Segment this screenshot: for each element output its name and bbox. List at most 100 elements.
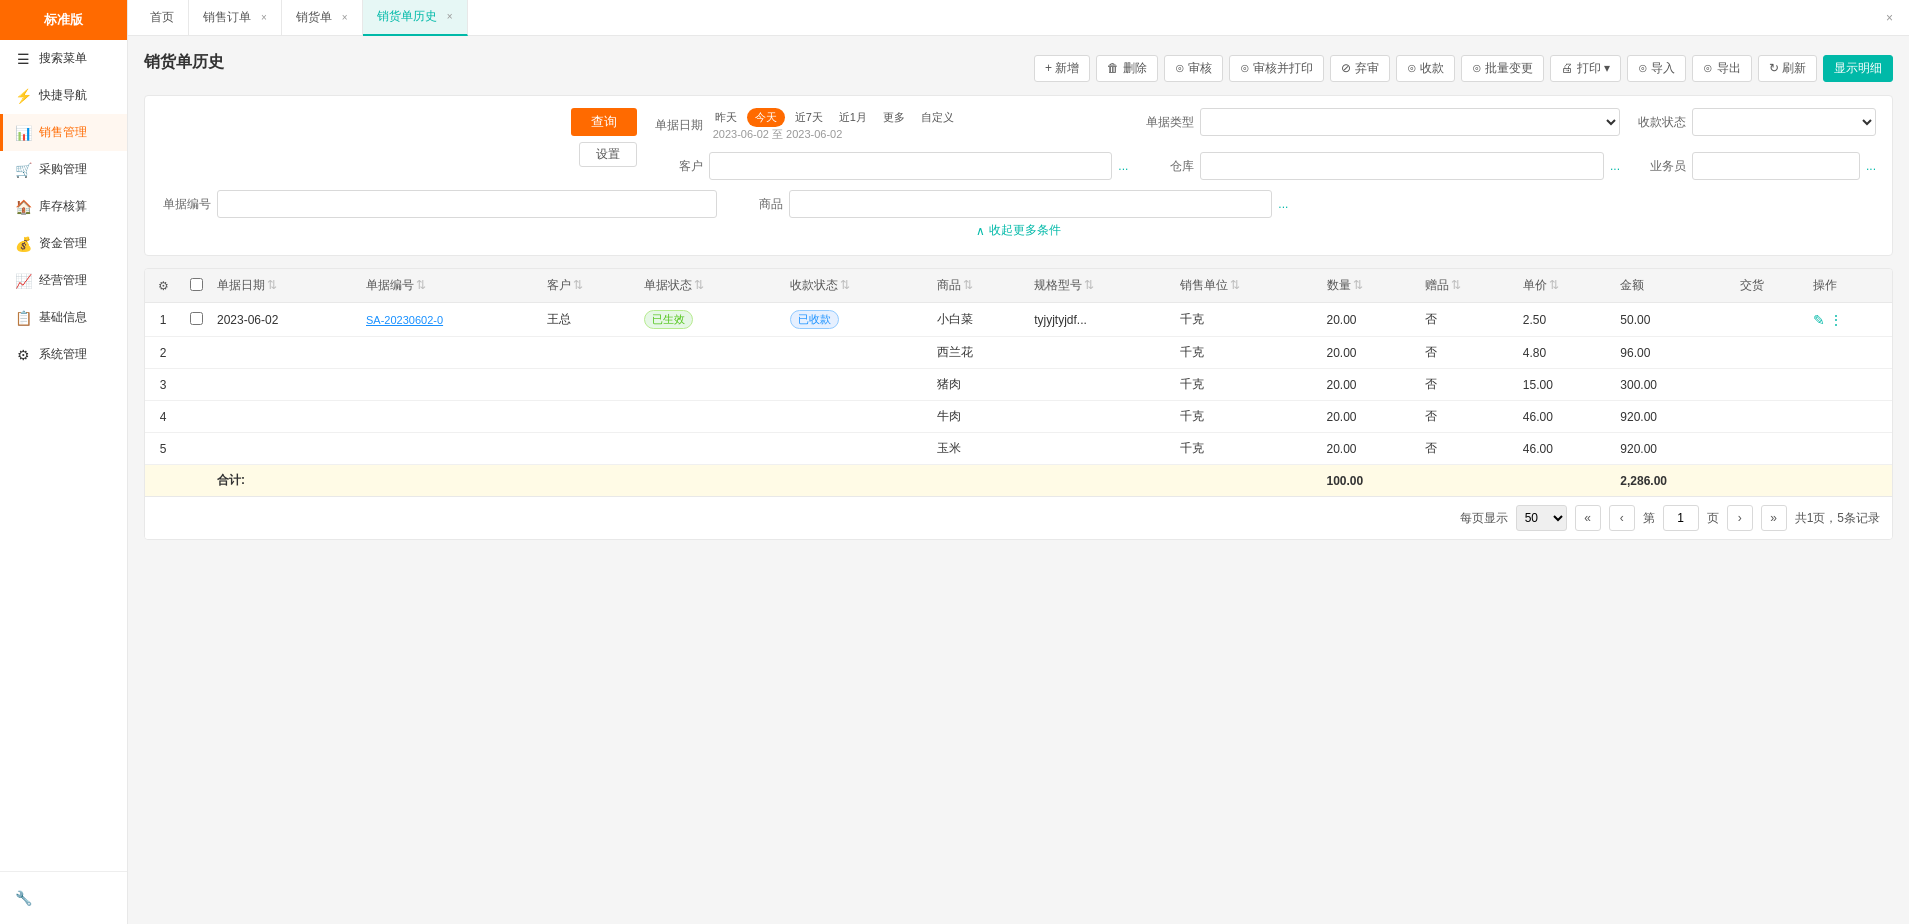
tab-sales-order[interactable]: 销售订单 × (189, 0, 282, 36)
transaction (1734, 433, 1807, 465)
pagination-bar: 每页显示 50 100 200 « ‹ 第 页 › » 共1页，5条记录 (145, 496, 1892, 539)
tab-sales-goods-close[interactable]: × (342, 12, 348, 23)
date-7days[interactable]: 近7天 (789, 108, 829, 127)
payment-status (784, 369, 930, 401)
customer-dots[interactable]: ... (1118, 159, 1128, 173)
delete-button[interactable]: 🗑 删除 (1096, 55, 1157, 82)
col-gift[interactable]: 赠品⇅ (1419, 269, 1516, 303)
unit: 千克 (1174, 337, 1320, 369)
sidebar-item-inventory[interactable]: 🏠 库存核算 (0, 188, 127, 225)
sidebar-bottom-item1[interactable]: 🔧 (0, 880, 127, 916)
spec (1028, 369, 1174, 401)
row-num: 4 (145, 401, 181, 433)
collapse-button[interactable]: ∧ 收起更多条件 (161, 218, 1876, 243)
doc-no-input[interactable] (217, 190, 717, 218)
setting-button[interactable]: 设置 (579, 142, 637, 167)
date-yesterday[interactable]: 昨天 (709, 108, 743, 127)
tab-sales-history-close[interactable]: × (447, 11, 453, 22)
abandon-button[interactable]: ⊘ 弃审 (1330, 55, 1389, 82)
col-spec[interactable]: 规格型号⇅ (1028, 269, 1174, 303)
goods-input[interactable] (789, 190, 1273, 218)
doc-type-select[interactable] (1200, 108, 1620, 136)
tab-home[interactable]: 首页 (136, 0, 189, 36)
page-size-select[interactable]: 50 100 200 (1516, 505, 1567, 531)
col-unit[interactable]: 销售单位⇅ (1174, 269, 1320, 303)
chevron-up-icon: ∧ (976, 224, 985, 238)
goods-dots[interactable]: ... (1278, 197, 1288, 211)
col-customer[interactable]: 客户⇅ (541, 269, 638, 303)
warehouse-dots[interactable]: ... (1610, 159, 1620, 173)
sidebar-item-system-mgmt[interactable]: ⚙ 系统管理 (0, 336, 127, 373)
sidebar-item-operations[interactable]: 📈 经营管理 (0, 262, 127, 299)
col-doc-status[interactable]: 单据状态⇅ (638, 269, 784, 303)
edit-icon[interactable]: ✎ (1813, 312, 1825, 328)
sidebar-item-purchase-mgmt[interactable]: 🛒 采购管理 (0, 151, 127, 188)
refresh-button[interactable]: ↻ 刷新 (1758, 55, 1817, 82)
amount: 920.00 (1614, 401, 1733, 433)
select-all-checkbox[interactable] (190, 278, 203, 291)
page-input[interactable] (1663, 505, 1699, 531)
sidebar-item-finance[interactable]: 💰 资金管理 (0, 225, 127, 262)
date-today[interactable]: 今天 (747, 108, 785, 127)
export-button[interactable]: ⊙ 导出 (1692, 55, 1751, 82)
sidebar-item-quick-nav[interactable]: ⚡ 快捷导航 (0, 77, 127, 114)
staff-dots[interactable]: ... (1866, 159, 1876, 173)
staff-input[interactable] (1692, 152, 1860, 180)
doc-no-link[interactable]: SA-20230602-0 (366, 314, 443, 326)
prev-page-button[interactable]: ‹ (1609, 505, 1635, 531)
date-more[interactable]: 更多 (877, 108, 911, 127)
more-icon[interactable]: ⋮ (1829, 312, 1843, 328)
sidebar: 标准版 ☰ 搜索菜单 ⚡ 快捷导航 📊 销售管理 🛒 采购管理 🏠 库存核算 💰… (0, 0, 128, 924)
batch-change-button[interactable]: ⊙ 批量变更 (1461, 55, 1544, 82)
unit-price: 15.00 (1517, 369, 1614, 401)
show-detail-button[interactable]: 显示明细 (1823, 55, 1893, 82)
row-checkbox[interactable] (190, 312, 203, 325)
print-button[interactable]: 🖨 打印 ▾ (1550, 55, 1621, 82)
warehouse-input[interactable] (1200, 152, 1604, 180)
date-custom[interactable]: 自定义 (915, 108, 960, 127)
table-row: 2 西兰花 千克 20.00 否 4.80 96.00 (145, 337, 1892, 369)
filter-goods: 商品 ... (733, 190, 1289, 218)
tab-sales-history[interactable]: 销货单历史 × (363, 0, 468, 36)
col-settings[interactable]: ⚙ (145, 269, 181, 303)
doc-no (360, 369, 541, 401)
query-button[interactable]: 查询 (571, 108, 637, 136)
audit-button[interactable]: ⊙ 审核 (1164, 55, 1223, 82)
sidebar-item-basic-info[interactable]: 📋 基础信息 (0, 299, 127, 336)
filter-date-label: 单据日期 (653, 117, 703, 134)
tab-sales-order-close[interactable]: × (261, 12, 267, 23)
col-doc-date[interactable]: 单据日期⇅ (211, 269, 360, 303)
filter-payment-status-label: 收款状态 (1636, 114, 1686, 131)
sidebar-item-sales-mgmt[interactable]: 📊 销售管理 (0, 114, 127, 151)
next-page-button[interactable]: › (1727, 505, 1753, 531)
last-page-button[interactable]: » (1761, 505, 1787, 531)
import-button[interactable]: ⊙ 导入 (1627, 55, 1686, 82)
page-size-label: 每页显示 (1460, 510, 1508, 527)
doc-date (211, 369, 360, 401)
date-1month[interactable]: 近1月 (833, 108, 873, 127)
receive-button[interactable]: ⊙ 收款 (1396, 55, 1455, 82)
col-payment-status[interactable]: 收款状态⇅ (784, 269, 930, 303)
sales-mgmt-icon: 📊 (15, 125, 31, 141)
sidebar-item-search-menu[interactable]: ☰ 搜索菜单 (0, 40, 127, 77)
goods: 牛肉 (931, 401, 1028, 433)
sidebar-item-label: 基础信息 (39, 309, 87, 326)
col-doc-no[interactable]: 单据编号⇅ (360, 269, 541, 303)
col-unit-price[interactable]: 单价⇅ (1517, 269, 1614, 303)
audit-print-button[interactable]: ⊙ 审核并打印 (1229, 55, 1324, 82)
col-qty[interactable]: 数量⇅ (1321, 269, 1420, 303)
unit: 千克 (1174, 433, 1320, 465)
first-page-button[interactable]: « (1575, 505, 1601, 531)
payment-status-select[interactable] (1692, 108, 1876, 136)
close-all-icon[interactable]: × (1886, 11, 1893, 25)
row-num: 3 (145, 369, 181, 401)
tab-sales-goods[interactable]: 销货单 × (282, 0, 363, 36)
col-goods[interactable]: 商品⇅ (931, 269, 1028, 303)
add-button[interactable]: + 新增 (1034, 55, 1090, 82)
filter-payment-status: 收款状态 (1636, 108, 1876, 136)
customer-input[interactable] (709, 152, 1113, 180)
filter-goods-label: 商品 (733, 196, 783, 213)
sort-unit-icon: ⇅ (1230, 278, 1240, 292)
action (1807, 337, 1892, 369)
amount: 300.00 (1614, 369, 1733, 401)
